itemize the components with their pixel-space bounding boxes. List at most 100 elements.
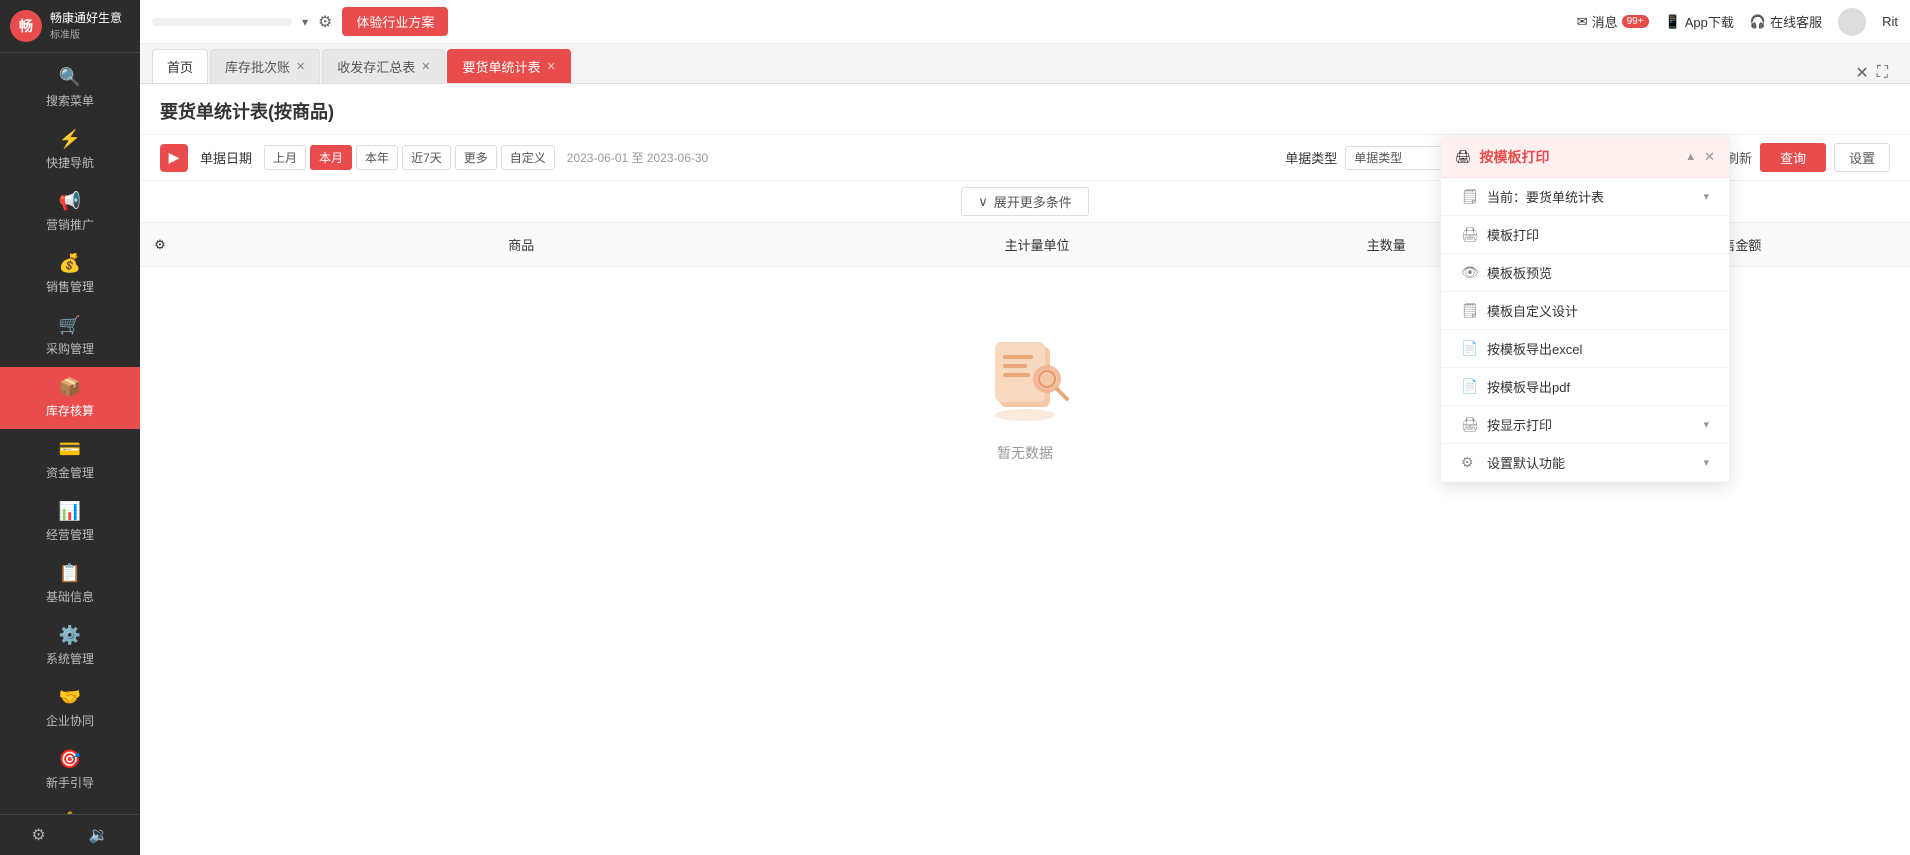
print-dropdown-header[interactable]: 🖨 按模板打印 ▲ ✕ <box>1441 137 1729 178</box>
header-chevron-up-icon: ▲ <box>1685 151 1696 163</box>
collab-icon: 🤝 <box>59 687 81 708</box>
trial-button[interactable]: 体验行业方案 <box>342 7 448 36</box>
sidebar-item-operation[interactable]: 📊经营管理 <box>0 491 140 553</box>
headset-icon: 🎧 <box>1750 14 1766 30</box>
col-product: 商品 <box>180 231 862 258</box>
sidebar-item-label: 企业协同 <box>46 712 94 729</box>
sidebar-item-label: 销售管理 <box>46 278 94 295</box>
topbar-gear-icon[interactable]: ⚙ <box>318 12 332 32</box>
print-dropdown: 🖨 按模板打印 ▲ ✕ 🗒 当前：要货单统计表 ▾ 🖨 模板打印 👁 模板板预览… <box>1440 136 1730 483</box>
sidebar-item-system[interactable]: ⚙️系统管理 <box>0 615 140 677</box>
sidebar-item-label: 资金管理 <box>46 464 94 481</box>
sidebar-item-label: 搜索菜单 <box>46 92 94 109</box>
date-btn-近7天[interactable]: 近7天 <box>402 145 451 170</box>
tab-order-stat[interactable]: 要货单统计表✕ <box>447 49 570 83</box>
sidebar-item-label: 基础信息 <box>46 588 94 605</box>
current-template-label: 当前：要货单统计表 <box>1487 187 1604 206</box>
date-buttons: 上月本月本年近7天更多自定义 <box>264 145 555 170</box>
window-close-icon[interactable]: ✕ <box>1855 63 1868 83</box>
tab-batch[interactable]: 库存批次账✕ <box>210 49 320 83</box>
sidebar-item-appstore[interactable]: 🔔应用中心 <box>0 801 140 814</box>
avatar[interactable] <box>1838 8 1866 36</box>
query-button[interactable]: 查询 <box>1760 143 1826 172</box>
template-print-item[interactable]: 🖨 模板打印 <box>1441 216 1729 254</box>
display-print-label: 按显示打印 <box>1487 415 1552 434</box>
newbie-icon: 🎯 <box>59 749 81 770</box>
app-download-item[interactable]: 📱 App下载 <box>1665 12 1734 31</box>
current-arrow-icon: ▾ <box>1703 190 1709 203</box>
print-dropdown-close-icon[interactable]: ✕ <box>1704 149 1715 165</box>
template-custom-label: 模板自定义设计 <box>1487 301 1578 320</box>
online-service-item[interactable]: 🎧 在线客服 <box>1750 12 1822 31</box>
template-pdf-item[interactable]: 📄 按模板导出pdf <box>1441 368 1729 406</box>
default-func-label: 设置默认功能 <box>1487 453 1565 472</box>
sidebar-item-marketing[interactable]: 📢营销推广 <box>0 181 140 243</box>
sidebar-item-collab[interactable]: 🤝 企业协同 <box>0 677 140 739</box>
logo-icon: 畅 <box>10 10 42 42</box>
setting-button[interactable]: 设置 <box>1834 143 1890 172</box>
username-label: Rit <box>1882 14 1898 29</box>
tab-home[interactable]: 首页 <box>152 49 208 83</box>
expand-conditions-button[interactable]: ∨ 展开更多条件 <box>961 187 1089 216</box>
template-preview-icon: 👁 <box>1461 264 1477 281</box>
template-custom-item[interactable]: 🗒 模板自定义设计 <box>1441 292 1729 330</box>
sound-icon[interactable]: 🔉 <box>89 825 109 845</box>
window-controls: ✕ ⛶ <box>1845 63 1898 83</box>
page-header: 要货单统计表(按商品) <box>140 84 1910 135</box>
print-dropdown-title: 按模板打印 <box>1480 147 1678 167</box>
window-expand-icon[interactable]: ⛶ <box>1877 64 1888 82</box>
default-func-item[interactable]: ⚙ 设置默认功能 ▾ <box>1441 444 1729 482</box>
inventory-icon: 📦 <box>59 377 81 398</box>
tab-actions <box>1890 44 1910 56</box>
template-custom-icon: 🗒 <box>1461 302 1477 319</box>
tab-close-collection[interactable]: ✕ <box>421 60 430 73</box>
settings-icon[interactable]: ⚙ <box>31 825 45 845</box>
message-item[interactable]: ✉ 消息 99+ <box>1577 12 1649 31</box>
expand-label: 展开更多条件 <box>994 192 1072 211</box>
sidebar-item-label: 快捷导航 <box>46 154 94 171</box>
sidebar-item-purchase[interactable]: 🛒采购管理 <box>0 305 140 367</box>
template-pdf-label: 按模板导出pdf <box>1487 377 1570 396</box>
app-download-label: App下载 <box>1685 12 1734 31</box>
empty-icon <box>975 327 1075 427</box>
col-settings[interactable]: ⚙ <box>140 233 180 257</box>
sidebar-item-label: 新手引导 <box>46 774 94 791</box>
date-btn-上月[interactable]: 上月 <box>264 145 306 170</box>
date-btn-本年[interactable]: 本年 <box>356 145 398 170</box>
template-excel-icon: 📄 <box>1461 340 1477 357</box>
display-print-item[interactable]: 🖨 按显示打印 ▾ <box>1441 406 1729 444</box>
message-badge: 99+ <box>1622 15 1649 28</box>
template-excel-item[interactable]: 📄 按模板导出excel <box>1441 330 1729 368</box>
sidebar-item-label: 采购管理 <box>46 340 94 357</box>
main-content: 要货单统计表(按商品) ▶ 单据日期 上月本月本年近7天更多自定义 2023-0… <box>140 84 1910 855</box>
sidebar-item-finance[interactable]: 💳资金管理 <box>0 429 140 491</box>
tab-close-order-stat[interactable]: ✕ <box>547 60 556 73</box>
sidebar-item-search[interactable]: 🔍 搜索菜单 <box>0 57 140 119</box>
date-btn-本月[interactable]: 本月 <box>310 145 352 170</box>
sales-icon: 💰 <box>59 253 81 274</box>
sidebar-item-label: 营销推广 <box>46 216 94 233</box>
template-preview-item[interactable]: 👁 模板板预览 <box>1441 254 1729 292</box>
tab-label-collection: 收发存汇总表 <box>337 57 415 76</box>
current-template-item[interactable]: 🗒 当前：要货单统计表 ▾ <box>1441 178 1729 216</box>
main-area: ▾ ⚙ 体验行业方案 ✉ 消息 99+ 📱 App下载 🎧 在线客服 Rit 首… <box>140 0 1910 855</box>
app-download-icon: 📱 <box>1665 14 1681 30</box>
display-arrow-icon: ▾ <box>1703 418 1709 431</box>
sidebar-item-basic[interactable]: 📋 基础信息 <box>0 553 140 615</box>
sidebar-item-inventory[interactable]: 📦库存核算 <box>0 367 140 429</box>
filter-expand-icon[interactable]: ▶ <box>160 144 188 172</box>
topbar-dropdown[interactable]: ▾ <box>302 15 308 29</box>
basic-icon: 📋 <box>59 563 81 584</box>
tab-close-batch[interactable]: ✕ <box>296 60 305 73</box>
type-label: 单据类型 <box>1285 148 1337 167</box>
sidebar-item-sales[interactable]: 💰 销售管理 <box>0 243 140 305</box>
message-icon: ✉ <box>1577 14 1588 30</box>
search-box[interactable] <box>152 18 292 26</box>
sidebar-item-newbie[interactable]: 🎯 新手引导 <box>0 739 140 801</box>
search-icon: 🔍 <box>59 67 81 88</box>
date-btn-自定义[interactable]: 自定义 <box>501 145 555 170</box>
default-func-icon: ⚙ <box>1461 454 1477 471</box>
date-btn-更多[interactable]: 更多 <box>455 145 497 170</box>
sidebar-item-shortcut[interactable]: ⚡快捷导航 <box>0 119 140 181</box>
tab-collection[interactable]: 收发存汇总表 ✕ <box>322 49 445 83</box>
